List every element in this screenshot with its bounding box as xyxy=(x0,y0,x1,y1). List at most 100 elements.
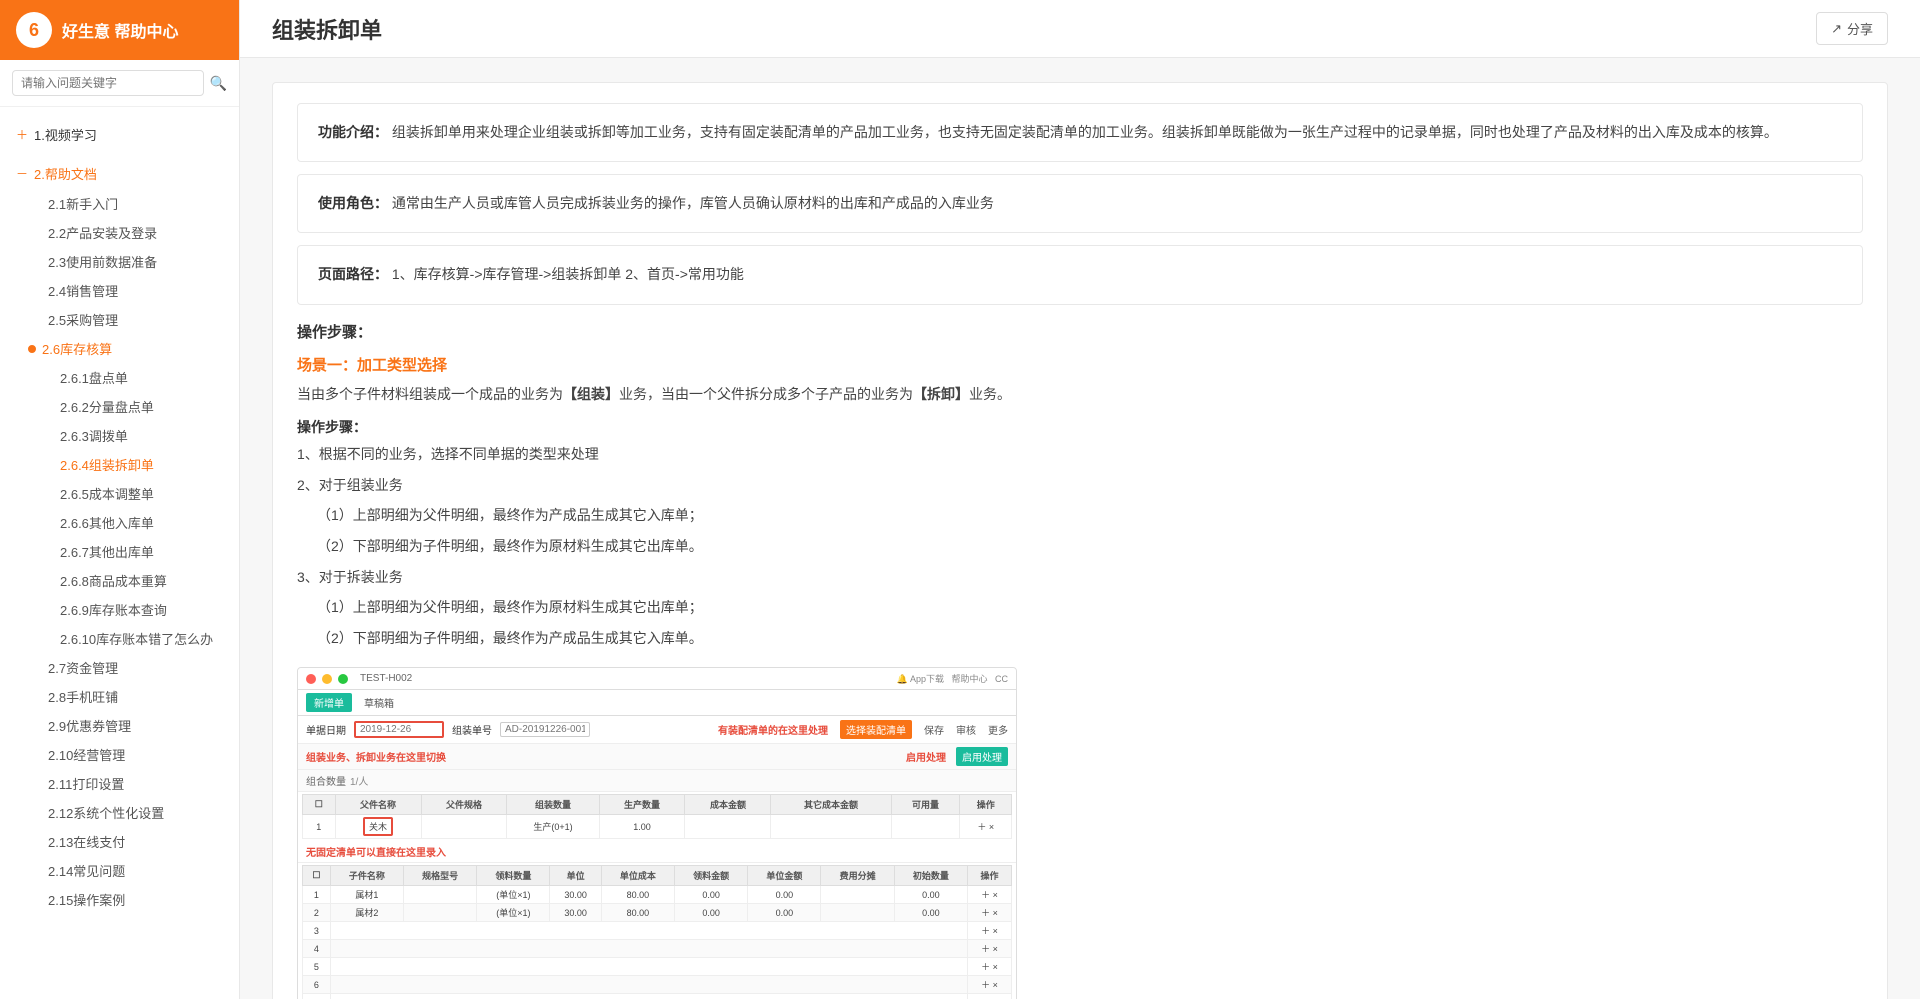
ss-r2-check: 2 xyxy=(303,904,331,922)
close-dot xyxy=(306,674,316,684)
share-button[interactable]: ↗ 分享 xyxy=(1816,12,1888,45)
ss-cell-cost xyxy=(685,815,771,839)
annotation-label-3: 启用处理 xyxy=(906,749,946,764)
sidebar-item-docs-262[interactable]: 2.6.2分量盘点单 xyxy=(24,392,239,421)
ss-date-label: 单据日期 xyxy=(306,722,346,737)
ss-col-produce-qty: 生产数量 xyxy=(599,795,685,815)
ss-r3-op: ＋ × xyxy=(967,922,1011,940)
path-text: 1、库存核算->库存管理->组装拆卸单 2、首页->常用功能 xyxy=(392,266,744,282)
ss-col-parent-spec: 父件规格 xyxy=(421,795,507,815)
ss-qty-val: 1/人 xyxy=(350,773,368,788)
nav-sub-docs: 2.1新手入门 2.2产品安装及登录 2.3使用前数据准备 2.4销售管理 2.… xyxy=(0,189,239,914)
ss-cell-name: 关木 xyxy=(335,815,421,839)
ss-system-name: TEST-H002 xyxy=(360,673,412,684)
ss-r1-pickqty: (单位×1) xyxy=(477,886,550,904)
sidebar-item-docs-266[interactable]: 2.6.6其他入库单 xyxy=(24,508,239,537)
sidebar-item-docs-29[interactable]: 2.9优惠券管理 xyxy=(12,711,239,740)
ss-col2-name: 子件名称 xyxy=(330,866,403,886)
sidebar-item-docs-263[interactable]: 2.6.3调拨单 xyxy=(24,421,239,450)
minus-icon: － xyxy=(16,165,28,182)
sidebar-item-docs-268[interactable]: 2.6.8商品成本重算 xyxy=(24,566,239,595)
plus-icon: ＋ xyxy=(16,126,28,143)
ss-r5-check: 5 xyxy=(303,958,331,976)
ss-r1-op: ＋ × xyxy=(967,886,1011,904)
ss-r1-unit: 30.00 xyxy=(550,886,601,904)
nav-section-docs: － 2.帮助文档 2.1新手入门 2.2产品安装及登录 2.3使用前数据准备 2… xyxy=(0,154,239,918)
ss-r1-unitamt: 0.00 xyxy=(748,886,821,904)
logo-icon: 6 xyxy=(16,12,52,48)
sidebar-item-docs-27[interactable]: 2.7资金管理 xyxy=(12,653,239,682)
sidebar-item-docs-264[interactable]: 2.6.4组装拆卸单 xyxy=(24,450,239,479)
ss-tab-new: 新增单 xyxy=(306,693,352,712)
role-label: 使用角色： xyxy=(318,195,388,211)
ss-btn-process[interactable]: 启用处理 xyxy=(956,747,1008,766)
sidebar-item-docs-265[interactable]: 2.6.5成本调整单 xyxy=(24,479,239,508)
search-icon[interactable]: 🔍 xyxy=(210,75,227,92)
ss-r7-op: ＋ × xyxy=(967,994,1011,999)
ss-form-row1: 单据日期 组装单号 有装配清单的在这里处理 选择装配清单 保存 审核 更多 xyxy=(298,716,1016,744)
ss-date-input[interactable] xyxy=(354,721,444,738)
ss-cell-avail xyxy=(891,815,960,839)
ss-r5-empty xyxy=(330,958,967,976)
steps-title: 操作步骤： xyxy=(297,321,1863,342)
circle-icon xyxy=(28,345,36,353)
content-section: 功能介绍： 组装拆卸单用来处理企业组装或拆卸等加工业务，支持有固定装配清单的产品… xyxy=(272,82,1888,999)
ss-lower-table: ☐ 子件名称 规格型号 领料数量 单位 单位成本 领料金额 单位金额 费用分摊 xyxy=(302,865,1012,999)
sidebar-item-video[interactable]: ＋ 1.视频学习 xyxy=(0,119,239,150)
table-row: 4 ＋ × xyxy=(303,940,1012,958)
sidebar-item-docs-24[interactable]: 2.4销售管理 xyxy=(12,276,239,305)
ss-col2-amt: 领料金额 xyxy=(675,866,748,886)
ss-col2-unit: 单位 xyxy=(550,866,601,886)
step2-1: （1）上部明细为父件明细，最终作为产成品生成其它入库单； xyxy=(297,502,1863,529)
ops-title: 操作步骤： xyxy=(297,417,1863,437)
sidebar-item-docs-2610[interactable]: 2.6.10库存账本错了怎么办 xyxy=(24,624,239,653)
ss-cell-spec xyxy=(421,815,507,839)
sidebar-item-docs-269[interactable]: 2.6.9库存账本查询 xyxy=(24,595,239,624)
ss-col2-share: 费用分摊 xyxy=(821,866,894,886)
ss-r2-amt: 0.00 xyxy=(675,904,748,922)
sidebar-item-docs-23[interactable]: 2.3使用前数据准备 xyxy=(12,247,239,276)
ss-r1-share xyxy=(821,886,894,904)
ss-cell-op: ＋ × xyxy=(960,815,1012,839)
annotation-label-2: 组装业务、拆卸业务在这里切换 xyxy=(306,749,446,764)
path-label: 页面路径： xyxy=(318,266,388,282)
sidebar: 6 好生意 帮助中心 🔍 ＋ 1.视频学习 － 2.帮助文档 2.1新手入门 2… xyxy=(0,0,240,999)
nav-section-video: ＋ 1.视频学习 xyxy=(0,115,239,154)
table-row: 7 ＋ × xyxy=(303,994,1012,999)
ss-r1-check: 1 xyxy=(303,886,331,904)
sidebar-item-docs-21[interactable]: 2.1新手入门 xyxy=(12,189,239,218)
sidebar-item-docs-213[interactable]: 2.13在线支付 xyxy=(12,827,239,856)
search-input[interactable] xyxy=(12,70,204,96)
ss-btn-select-list[interactable]: 选择装配清单 xyxy=(840,720,912,739)
screenshot-container: TEST-H002 🔔 App下载 帮助中心 CC 新增单 草稿箱 单据日期 组… xyxy=(297,667,1017,999)
ss-btn-save: 保存 xyxy=(924,722,944,737)
ss-col-other-cost: 其它成本金额 xyxy=(771,795,891,815)
ss-r2-unitcost: 80.00 xyxy=(601,904,674,922)
sidebar-item-docs-26[interactable]: 2.6库存核算 xyxy=(12,334,239,363)
app-title: 好生意 帮助中心 xyxy=(62,18,178,42)
sidebar-item-docs-210[interactable]: 2.10经营管理 xyxy=(12,740,239,769)
sidebar-item-docs-28[interactable]: 2.8手机旺铺 xyxy=(12,682,239,711)
sidebar-item-docs-267[interactable]: 2.6.7其他出库单 xyxy=(24,537,239,566)
sidebar-item-docs-26-label: 2.6库存核算 xyxy=(42,339,112,358)
ss-col-cost: 成本金额 xyxy=(685,795,771,815)
sidebar-item-docs-22[interactable]: 2.2产品安装及登录 xyxy=(12,218,239,247)
ss-col-available: 可用量 xyxy=(891,795,960,815)
sidebar-item-docs-212[interactable]: 2.12系统个性化设置 xyxy=(12,798,239,827)
sidebar-item-docs-211[interactable]: 2.11打印设置 xyxy=(12,769,239,798)
ss-cell-check: 1 xyxy=(303,815,336,839)
sidebar-item-docs-25[interactable]: 2.5采购管理 xyxy=(12,305,239,334)
share-icon: ↗ xyxy=(1831,21,1842,37)
page-title: 组装拆卸单 xyxy=(272,13,382,45)
sidebar-item-docs[interactable]: － 2.帮助文档 xyxy=(0,158,239,189)
sidebar-item-docs-261[interactable]: 2.6.1盘点单 xyxy=(24,363,239,392)
sidebar-item-docs-214[interactable]: 2.14常见问题 xyxy=(12,856,239,885)
ss-r2-share xyxy=(821,904,894,922)
share-label: 分享 xyxy=(1847,19,1873,38)
sidebar-item-docs-215[interactable]: 2.15操作案例 xyxy=(12,885,239,914)
ss-highlight-item: 关木 xyxy=(363,817,393,836)
ss-no-input[interactable] xyxy=(500,722,590,737)
search-box[interactable]: 🔍 xyxy=(0,60,239,107)
ss-r7-empty xyxy=(330,994,967,999)
ss-btn-more: 更多 xyxy=(988,722,1008,737)
